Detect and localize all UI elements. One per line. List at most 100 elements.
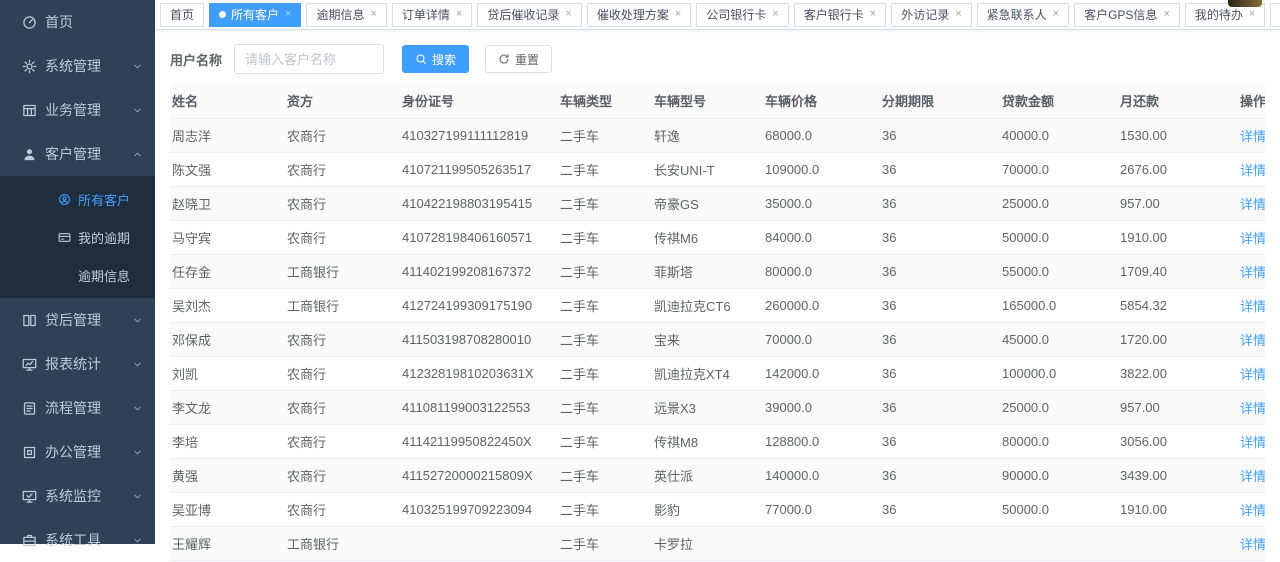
cell-name: 马守宾 [170, 220, 285, 254]
cell-funder: 农商行 [285, 356, 400, 390]
search-button[interactable]: 搜索 [402, 45, 469, 73]
close-icon[interactable]: × [1163, 9, 1169, 20]
detail-link[interactable]: 详情 [1240, 503, 1265, 518]
tab[interactable]: 外访记录 × [891, 3, 971, 27]
cell-vehicle-price: 142000.0 [763, 356, 880, 390]
reset-button[interactable]: 重置 [485, 45, 552, 73]
close-icon[interactable]: × [1053, 9, 1059, 20]
tab[interactable]: 订单详情 × [392, 3, 472, 27]
close-icon[interactable]: × [285, 9, 291, 20]
detail-link[interactable]: 详情 [1240, 163, 1265, 178]
sidebar-item-postloan-mgmt[interactable]: 贷后管理 [0, 298, 155, 342]
sidebar-item-process-mgmt[interactable]: 流程管理 [0, 386, 155, 430]
tab[interactable]: 逾期信息 × [306, 3, 386, 27]
cell-funder: 农商行 [285, 390, 400, 424]
close-icon[interactable]: × [772, 9, 778, 20]
cell-funder: 农商行 [285, 118, 400, 152]
tab[interactable]: 贷后催收记录 × [477, 3, 581, 27]
cell-monthly-payment: 1530.00 [1118, 118, 1238, 152]
cell-monthly-payment: 1720.00 [1118, 322, 1238, 356]
cell-vehicle-type: 二手车 [558, 322, 652, 356]
card-icon [58, 231, 71, 244]
detail-link[interactable]: 详情 [1240, 367, 1265, 382]
detail-link[interactable]: 详情 [1240, 435, 1265, 450]
cell-name: 李文龙 [170, 390, 285, 424]
cell-vehicle-type: 二手车 [558, 220, 652, 254]
detail-link[interactable]: 详情 [1240, 469, 1265, 484]
reset-button-label: 重置 [515, 51, 539, 68]
tab-label: 外访记录 [901, 6, 949, 23]
sidebar-item-system-monitor[interactable]: 系统监控 [0, 474, 155, 518]
close-icon[interactable]: × [1249, 9, 1255, 20]
close-icon[interactable]: × [565, 9, 571, 20]
tab[interactable]: 首页 [160, 3, 204, 27]
close-icon[interactable]: × [456, 9, 462, 20]
sidebar-item-system-tools[interactable]: 系统工具 [0, 518, 155, 562]
cell-funder: 农商行 [285, 220, 400, 254]
cell-id: 412724199309175190 [400, 288, 558, 322]
cell-vehicle-type: 二手车 [558, 424, 652, 458]
cell-name: 吴亚博 [170, 492, 285, 526]
cell-term: 36 [880, 152, 1000, 186]
tab[interactable]: 所有客户 × [209, 3, 301, 27]
customer-name-input[interactable] [234, 44, 384, 74]
detail-link[interactable]: 详情 [1240, 265, 1265, 280]
close-icon[interactable]: × [955, 9, 961, 20]
close-icon[interactable]: × [870, 9, 876, 20]
cell-id: 41152720000215809X [400, 458, 558, 492]
sidebar-item-all-customers[interactable]: 所有客户 [0, 180, 155, 218]
cell-monthly-payment [1118, 526, 1238, 560]
sidebar-item-home[interactable]: 首页 [0, 0, 155, 44]
sidebar-item-business-mgmt[interactable]: 业务管理 [0, 88, 155, 132]
sidebar-item-customer-mgmt[interactable]: 客户管理 [0, 132, 155, 176]
sidebar-item-report-stats[interactable]: 报表统计 [0, 342, 155, 386]
cell-monthly-payment: 5854.32 [1118, 288, 1238, 322]
tab[interactable]: 我的流程 × [1270, 3, 1280, 27]
cell-funder: 工商银行 [285, 254, 400, 288]
table-row: 吴刘杰 工商银行 412724199309175190 二手车 凯迪拉克CT6 … [170, 288, 1265, 322]
tab-label: 催收处理方案 [597, 6, 669, 23]
sidebar-item-overdue-info[interactable]: 逾期信息 [0, 256, 155, 294]
col-header-term: 分期期限 [880, 84, 1000, 118]
table-header-row: 姓名 资方 身份证号 车辆类型 车辆型号 车辆价格 分期期限 贷款金额 月还款 … [170, 84, 1265, 118]
col-header-funder: 资方 [285, 84, 400, 118]
detail-link[interactable]: 详情 [1240, 401, 1265, 416]
tab[interactable]: 紧急联系人 × [977, 3, 1069, 27]
tab-label: 所有客户 [231, 6, 279, 23]
columns-icon [22, 313, 37, 328]
detail-link[interactable]: 详情 [1240, 231, 1265, 246]
sidebar-item-label: 客户管理 [45, 144, 132, 164]
cell-vehicle-model: 长安UNI-T [652, 152, 763, 186]
sidebar-item-label: 系统管理 [45, 56, 132, 76]
cell-funder: 工商银行 [285, 288, 400, 322]
search-form: 用户名称 搜索 重置 [155, 30, 1280, 74]
cell-vehicle-model: 影豹 [652, 492, 763, 526]
sidebar-item-my-overdue[interactable]: 我的逾期 [0, 218, 155, 256]
detail-link[interactable]: 详情 [1240, 333, 1265, 348]
chevron-down-icon [132, 315, 143, 326]
table-row: 李文龙 农商行 411081199003122553 二手车 远景X3 3900… [170, 390, 1265, 424]
close-icon[interactable]: × [370, 9, 376, 20]
tab[interactable]: 客户GPS信息 × [1074, 3, 1180, 27]
sidebar-item-system-mgmt[interactable]: 系统管理 [0, 44, 155, 88]
circle-user-icon [58, 193, 71, 206]
detail-link[interactable]: 详情 [1240, 537, 1265, 552]
user-avatar[interactable] [1228, 0, 1262, 7]
cell-loan-amount: 80000.0 [1000, 424, 1118, 458]
sidebar-item-label: 所有客户 [78, 190, 130, 209]
cell-vehicle-price: 109000.0 [763, 152, 880, 186]
tab[interactable]: 催收处理方案 × [587, 3, 691, 27]
detail-link[interactable]: 详情 [1240, 197, 1265, 212]
cell-vehicle-price: 35000.0 [763, 186, 880, 220]
table-row: 刘凯 农商行 41232819810203631X 二手车 凯迪拉克XT4 14… [170, 356, 1265, 390]
cell-monthly-payment: 3056.00 [1118, 424, 1238, 458]
cell-vehicle-price: 84000.0 [763, 220, 880, 254]
detail-link[interactable]: 详情 [1240, 299, 1265, 314]
sidebar-item-office-mgmt[interactable]: 办公管理 [0, 430, 155, 474]
cell-monthly-payment: 3439.00 [1118, 458, 1238, 492]
tab[interactable]: 公司银行卡 × [696, 3, 788, 27]
tab[interactable]: 客户银行卡 × [794, 3, 886, 27]
cell-loan-amount: 50000.0 [1000, 492, 1118, 526]
detail-link[interactable]: 详情 [1240, 129, 1265, 144]
close-icon[interactable]: × [675, 9, 681, 20]
